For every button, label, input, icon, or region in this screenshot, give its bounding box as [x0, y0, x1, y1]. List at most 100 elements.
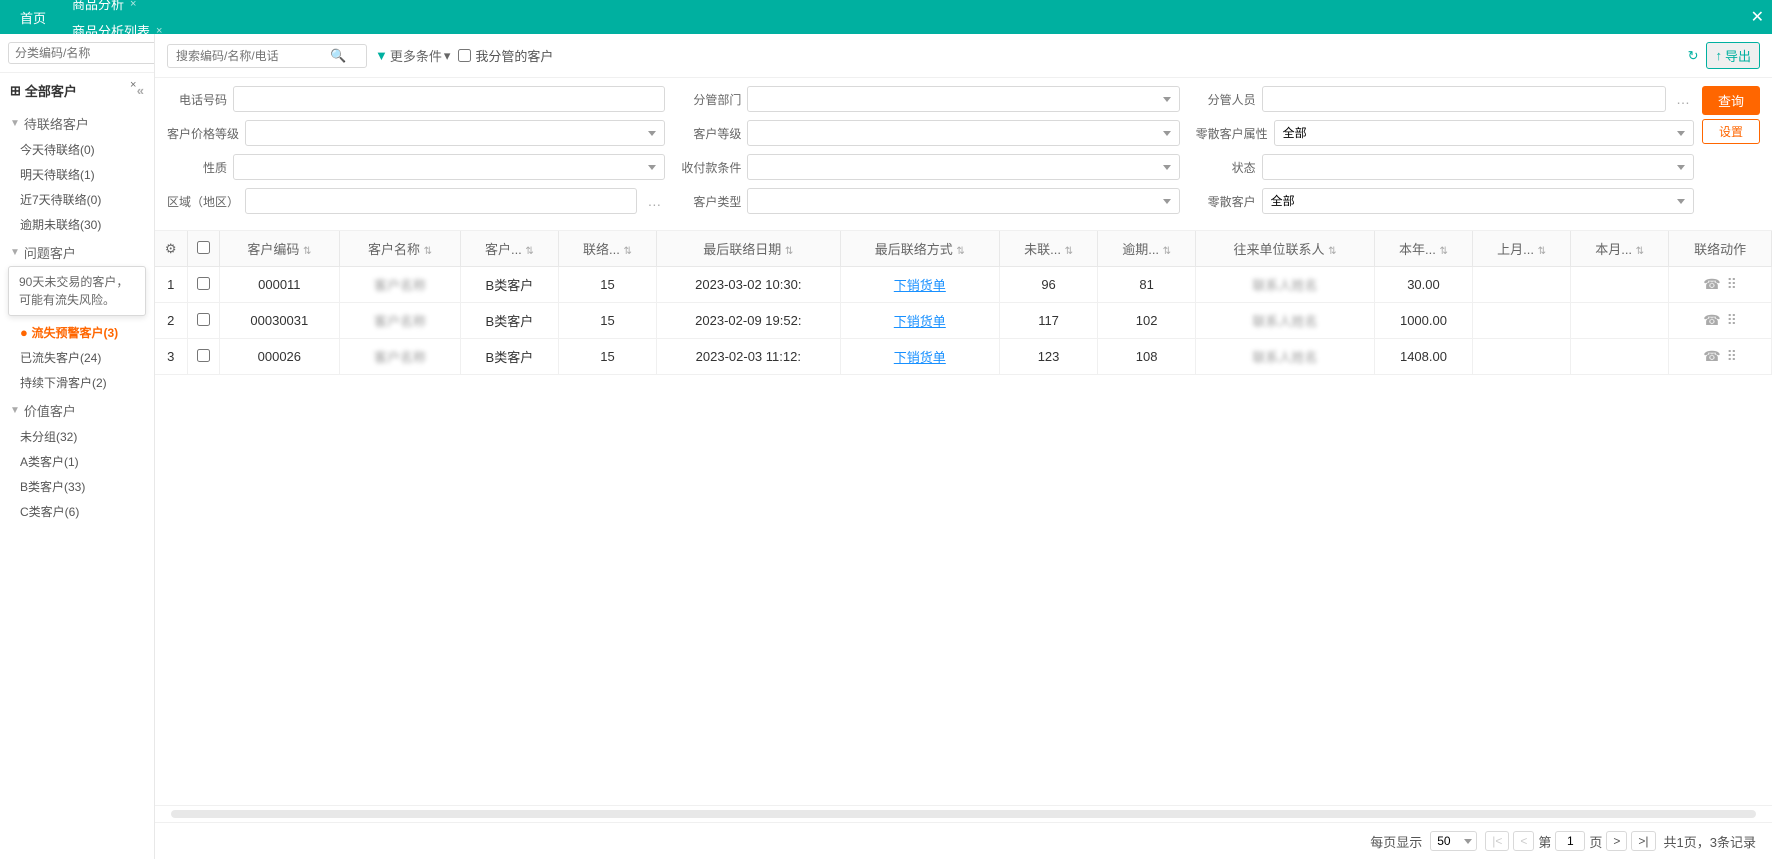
cell-last-way[interactable]: 下销货单	[840, 303, 999, 339]
sidebar-item-1-2[interactable]: 持续下滑客户(2)	[0, 370, 154, 395]
filter-phone-input[interactable]	[233, 86, 665, 112]
total-info: 共1页，3条记录	[1664, 832, 1756, 851]
more-conditions-btn[interactable]: ▼ 更多条件 ▾	[375, 46, 450, 65]
prev-page-btn[interactable]: <	[1513, 831, 1534, 851]
row-checkbox[interactable]	[197, 313, 210, 326]
sidebar-section-title-2[interactable]: ▼价值客户	[0, 395, 154, 424]
nav-home[interactable]: 首页	[8, 4, 58, 31]
filter-payment-select[interactable]	[747, 154, 1179, 180]
filter-cust-type-select[interactable]	[747, 188, 1179, 214]
sidebar-item-0-3[interactable]: 逾期未联络(30)	[0, 212, 154, 237]
page-size-select[interactable]: 50 100	[1430, 831, 1477, 851]
filter-retail-attr-select[interactable]: 全部	[1274, 120, 1694, 146]
cell-last-month	[1473, 303, 1571, 339]
page-number-input[interactable]	[1555, 831, 1585, 851]
sidebar-item-2-1[interactable]: A类客户(1)	[0, 449, 154, 474]
action-more-icon[interactable]: ⠿	[1727, 348, 1737, 365]
cell-checkbox[interactable]	[187, 303, 219, 339]
query-button[interactable]: 查询	[1702, 86, 1760, 115]
col-last-way[interactable]: 最后联络方式 ⇅	[840, 231, 999, 267]
action-phone-icon[interactable]: ☎	[1703, 276, 1720, 293]
settings-button[interactable]: 设置	[1702, 119, 1760, 144]
col-name[interactable]: 客户名称 ⇅	[340, 231, 461, 267]
filter-cust-level-select[interactable]	[747, 120, 1179, 146]
sidebar-item-2-0[interactable]: 未分组(32)	[0, 424, 154, 449]
toolbar-search-input[interactable]	[176, 49, 326, 63]
nav-tab-close-icon[interactable]: ×	[156, 25, 162, 37]
h-scrollbar-track[interactable]	[171, 810, 1756, 818]
filter-status-select[interactable]	[1262, 154, 1694, 180]
sidebar-item-0-1[interactable]: 明天待联络(1)	[0, 162, 154, 187]
filter-row-1: 电话号码 分管部门 分管人员 …	[167, 86, 1694, 112]
cell-unlink: 123	[1000, 339, 1098, 375]
last-page-btn[interactable]: >|	[1631, 831, 1655, 851]
filter-dept-label: 分管部门	[681, 91, 741, 108]
col-this-year[interactable]: 本年... ⇅	[1374, 231, 1472, 267]
sidebar-item-2-3[interactable]: C类客户(6)	[0, 499, 154, 524]
action-more-icon[interactable]: ⠿	[1727, 312, 1737, 329]
refresh-icon[interactable]: ↻	[1688, 48, 1699, 64]
cell-contact-person: 联系人姓名	[1196, 303, 1375, 339]
filter-retail-select[interactable]: 全部	[1262, 188, 1694, 214]
toolbar-search-wrap: 🔍	[167, 44, 367, 68]
filter-person-input[interactable]	[1262, 86, 1666, 112]
col-last-month[interactable]: 上月... ⇅	[1473, 231, 1571, 267]
pagination: |< < 第 页 > >|	[1485, 831, 1655, 851]
cell-name: 客户名称	[340, 339, 461, 375]
select-all-checkbox[interactable]	[197, 241, 210, 254]
filter-nature-select[interactable]	[233, 154, 665, 180]
sidebar-item-2-2[interactable]: B类客户(33)	[0, 474, 154, 499]
col-unlink[interactable]: 未联... ⇅	[1000, 231, 1098, 267]
col-code[interactable]: 客户编码 ⇅	[219, 231, 340, 267]
col-this-month[interactable]: 本月... ⇅	[1571, 231, 1669, 267]
cell-index: 2	[155, 303, 187, 339]
filter-region-input[interactable]	[245, 188, 637, 214]
filter-phone-label: 电话号码	[167, 91, 227, 108]
sidebar-search-input[interactable]	[8, 42, 155, 64]
sidebar-section-title-0[interactable]: ▼待联络客户	[0, 108, 154, 137]
filter-price-level-select[interactable]	[245, 120, 665, 146]
export-button[interactable]: ↑ 导出	[1706, 42, 1760, 69]
filter-person-more[interactable]: …	[1672, 91, 1694, 107]
horizontal-scrollbar[interactable]	[155, 805, 1772, 822]
col-checkbox[interactable]	[187, 231, 219, 267]
row-checkbox[interactable]	[197, 349, 210, 362]
col-last-date[interactable]: 最后联络日期 ⇅	[657, 231, 841, 267]
col-overdue[interactable]: 逾期... ⇅	[1098, 231, 1196, 267]
filter-retail-label: 零散客户	[1196, 193, 1256, 210]
action-phone-icon[interactable]: ☎	[1703, 312, 1720, 329]
my-customers-label: 我分管的客户	[475, 46, 553, 65]
filter-dept-select[interactable]	[747, 86, 1179, 112]
cell-this-year: 1408.00	[1374, 339, 1472, 375]
cell-this-month	[1571, 339, 1669, 375]
cell-checkbox[interactable]	[187, 267, 219, 303]
action-more-icon[interactable]: ⠿	[1727, 276, 1737, 293]
col-settings[interactable]: ⚙	[155, 231, 187, 267]
cell-checkbox[interactable]	[187, 339, 219, 375]
toolbar-search-icon[interactable]: 🔍	[330, 48, 346, 64]
col-type[interactable]: 客户... ⇅	[460, 231, 558, 267]
col-contact-person[interactable]: 往来单位联系人 ⇅	[1196, 231, 1375, 267]
sidebar-item-1-0[interactable]: ● 流失预警客户(3)	[0, 320, 154, 345]
next-page-btn[interactable]: >	[1606, 831, 1627, 851]
sidebar-item-0-2[interactable]: 近7天待联络(0)	[0, 187, 154, 212]
sidebar-sections: ▼待联络客户今天待联络(0)明天待联络(1)近7天待联络(0)逾期未联络(30)…	[0, 108, 154, 524]
sidebar-search-wrap: 🔍	[0, 34, 154, 73]
col-contact[interactable]: 联络... ⇅	[558, 231, 656, 267]
row-checkbox[interactable]	[197, 277, 210, 290]
nav-tab-商品分析[interactable]: 商品分析×	[60, 0, 174, 17]
first-page-btn[interactable]: |<	[1485, 831, 1509, 851]
cell-last-way[interactable]: 下销货单	[840, 267, 999, 303]
sidebar-item-0-0[interactable]: 今天待联络(0)	[0, 137, 154, 162]
my-customers-checkbox[interactable]	[458, 49, 471, 62]
window-close-icon[interactable]: ✕	[1751, 7, 1764, 27]
action-phone-icon[interactable]: ☎	[1703, 348, 1720, 365]
nav-tab-close-icon[interactable]: ×	[130, 0, 136, 10]
filter-region-more[interactable]: …	[643, 193, 665, 209]
nav-tab-close-icon[interactable]: ×	[156, 52, 162, 64]
nav-tab-close-icon[interactable]: ×	[130, 79, 136, 91]
sidebar-item-1-1[interactable]: 已流失客户(24)	[0, 345, 154, 370]
cell-last-way[interactable]: 下销货单	[840, 339, 999, 375]
sidebar-section-title-1[interactable]: ▼问题客户	[0, 237, 154, 266]
my-customers-checkbox-wrap[interactable]: 我分管的客户	[458, 46, 553, 65]
